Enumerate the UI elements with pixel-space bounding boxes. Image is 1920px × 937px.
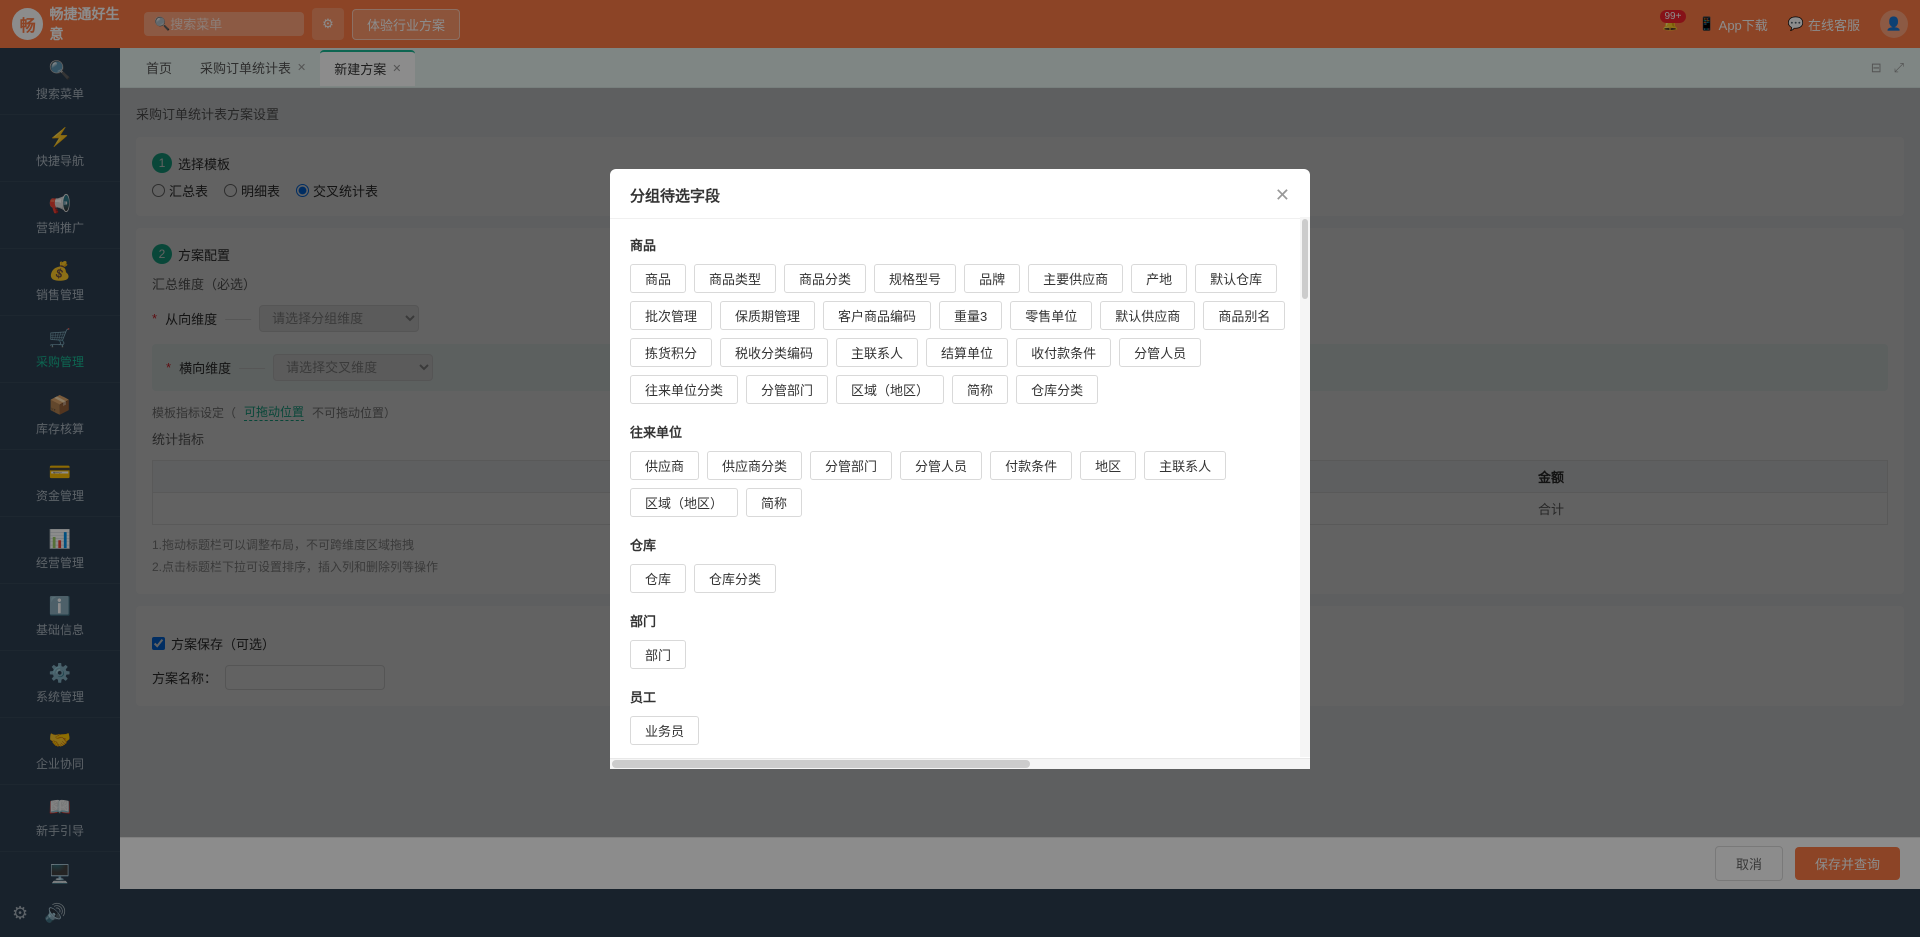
modal-close-button[interactable]: ✕ bbox=[1275, 185, 1290, 206]
field-tags: 供应商供应商分类分管部门分管人员付款条件地区主联系人区域（地区） 简称 bbox=[630, 451, 1290, 517]
field-tag[interactable]: 业务员 bbox=[630, 716, 699, 745]
field-section-往来单位: 往来单位供应商供应商分类分管部门分管人员付款条件地区主联系人区域（地区） 简称 bbox=[630, 422, 1290, 517]
field-tag[interactable]: 简称 bbox=[746, 488, 802, 517]
modal-header: 分组待选字段 ✕ bbox=[610, 169, 1310, 219]
field-tag[interactable]: 仓库分类 bbox=[1016, 375, 1098, 404]
field-tag[interactable]: 产地 bbox=[1131, 264, 1187, 293]
field-section-仓库: 仓库仓库仓库分类 bbox=[630, 535, 1290, 593]
field-tag[interactable]: 简称 bbox=[952, 375, 1008, 404]
modal-right-thumb bbox=[1302, 219, 1308, 299]
field-tag[interactable]: 商品 bbox=[630, 264, 686, 293]
field-tag[interactable]: 批次管理 bbox=[630, 301, 712, 330]
field-tag[interactable]: 商品分类 bbox=[784, 264, 866, 293]
field-tag[interactable]: 商品类型 bbox=[694, 264, 776, 293]
field-section-title: 仓库 bbox=[630, 535, 1290, 554]
field-tag[interactable]: 区域（地区） bbox=[630, 488, 738, 517]
field-section-title: 部门 bbox=[630, 611, 1290, 630]
field-tag[interactable]: 税收分类编码 bbox=[720, 338, 828, 367]
field-tag[interactable]: 仓库分类 bbox=[694, 564, 776, 593]
field-section-title: 商品 bbox=[630, 235, 1290, 254]
field-tag[interactable]: 拣货积分 bbox=[630, 338, 712, 367]
field-tag[interactable]: 保质期管理 bbox=[720, 301, 815, 330]
field-tag[interactable]: 供应商分类 bbox=[707, 451, 802, 480]
field-tag[interactable]: 默认仓库 bbox=[1195, 264, 1277, 293]
field-tag[interactable]: 付款条件 bbox=[990, 451, 1072, 480]
field-tag[interactable]: 供应商 bbox=[630, 451, 699, 480]
modal-body[interactable]: 商品商品商品类型商品分类规格型号品牌主要供应商产地默认仓库批次管理保质期管理客户… bbox=[610, 219, 1310, 759]
field-tag[interactable]: 分管人员 bbox=[900, 451, 982, 480]
field-tag[interactable]: 客户商品编码 bbox=[823, 301, 931, 330]
modal-overlay: 分组待选字段 ✕ 商品商品商品类型商品分类规格型号品牌主要供应商产地默认仓库批次… bbox=[0, 0, 1920, 937]
field-tag[interactable]: 主联系人 bbox=[836, 338, 918, 367]
field-tag[interactable]: 区域（地区） bbox=[836, 375, 944, 404]
field-tag[interactable]: 部门 bbox=[630, 640, 686, 669]
modal-scroll-thumb bbox=[612, 760, 1030, 768]
field-tags: 部门 bbox=[630, 640, 1290, 669]
field-tag[interactable]: 默认供应商 bbox=[1100, 301, 1195, 330]
field-section-员工: 员工业务员 bbox=[630, 687, 1290, 745]
field-tag[interactable]: 结算单位 bbox=[926, 338, 1008, 367]
field-tag[interactable]: 分管部门 bbox=[746, 375, 828, 404]
field-tag[interactable]: 商品别名 bbox=[1203, 301, 1285, 330]
field-section-title: 员工 bbox=[630, 687, 1290, 706]
field-tag[interactable]: 品牌 bbox=[964, 264, 1020, 293]
field-tag[interactable]: 主联系人 bbox=[1144, 451, 1226, 480]
field-tags: 仓库仓库分类 bbox=[630, 564, 1290, 593]
field-tags: 业务员 bbox=[630, 716, 1290, 745]
field-tag[interactable]: 收付款条件 bbox=[1016, 338, 1111, 367]
field-tag[interactable]: 分管人员 bbox=[1119, 338, 1201, 367]
field-tag[interactable]: 往来单位分类 bbox=[630, 375, 738, 404]
field-tag[interactable]: 地区 bbox=[1080, 451, 1136, 480]
modal-right-scrollbar bbox=[1300, 217, 1310, 757]
field-tag[interactable]: 零售单位 bbox=[1010, 301, 1092, 330]
field-section-商品: 商品商品商品类型商品分类规格型号品牌主要供应商产地默认仓库批次管理保质期管理客户… bbox=[630, 235, 1290, 404]
field-tags: 商品商品类型商品分类规格型号品牌主要供应商产地默认仓库批次管理保质期管理客户商品… bbox=[630, 264, 1290, 404]
field-section-部门: 部门部门 bbox=[630, 611, 1290, 669]
modal-field-select: 分组待选字段 ✕ 商品商品商品类型商品分类规格型号品牌主要供应商产地默认仓库批次… bbox=[610, 169, 1310, 769]
field-section-title: 往来单位 bbox=[630, 422, 1290, 441]
field-tag[interactable]: 仓库 bbox=[630, 564, 686, 593]
field-tag[interactable]: 主要供应商 bbox=[1028, 264, 1123, 293]
modal-title: 分组待选字段 bbox=[630, 185, 720, 206]
modal-scroll-track bbox=[610, 758, 1310, 768]
field-tag[interactable]: 重量3 bbox=[939, 301, 1002, 330]
field-tag[interactable]: 分管部门 bbox=[810, 451, 892, 480]
field-tag[interactable]: 规格型号 bbox=[874, 264, 956, 293]
